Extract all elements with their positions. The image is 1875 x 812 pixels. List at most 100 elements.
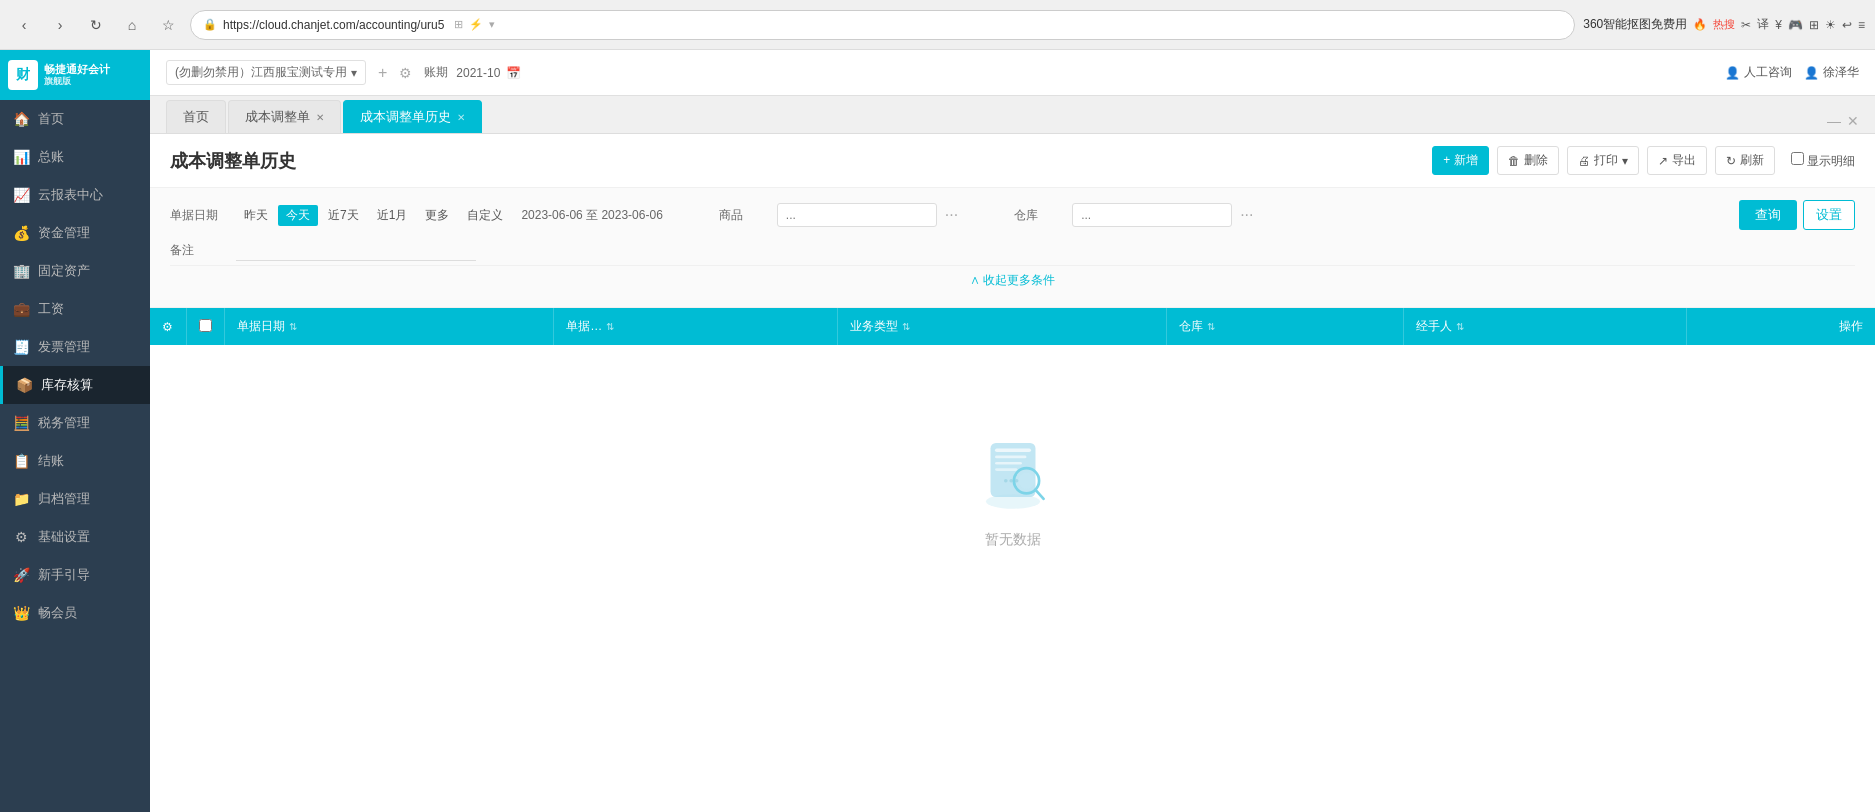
th-settings[interactable]: ⚙ [150,308,186,345]
refresh-btn[interactable]: ↻ 刷新 [1715,146,1775,175]
sidebar-item-archive[interactable]: 📁 归档管理 [0,480,150,518]
back-button[interactable]: ‹ [10,11,38,39]
window-minimize-btn[interactable]: — [1827,113,1841,129]
search-label: 360智能抠图免费用 [1583,16,1687,33]
browser-tools: 360智能抠图免费用 🔥 热搜 ✂ 译 ¥ 🎮 ⊞ ☀ ↩ ≡ [1583,16,1865,33]
sidebar: 财 畅捷通好会计 旗舰版 🏠 首页 📊 总账 📈 云报表中心 💰 资金管理 🏢 … [0,50,150,812]
home-icon: 🏠 [12,111,30,127]
remarks-input[interactable] [236,240,476,261]
sidebar-item-settings[interactable]: ⚙ 基础设置 [0,518,150,556]
sidebar-item-tax[interactable]: 🧮 税务管理 [0,404,150,442]
th-date-label: 单据日期 [237,318,285,335]
sidebar-item-ledger[interactable]: 📊 总账 [0,138,150,176]
sidebar-item-ledger-label: 总账 [38,148,64,166]
sidebar-item-closing-label: 结账 [38,452,64,470]
tab-home-label: 首页 [183,108,209,126]
service-label: 人工咨询 [1744,64,1792,81]
home-button[interactable]: ⌂ [118,11,146,39]
window-close-btn[interactable]: ✕ [1847,113,1859,129]
sidebar-item-payroll-label: 工资 [38,300,64,318]
delete-icon: 🗑 [1508,154,1520,168]
filter-row-remarks: 备注 [170,240,1855,261]
date-tab-today[interactable]: 今天 [278,205,318,226]
svg-line-8 [1035,490,1043,499]
date-tab-7days[interactable]: 近7天 [320,205,367,226]
date-tab-yesterday[interactable]: 昨天 [236,205,276,226]
th-business-type[interactable]: 业务类型 ⇅ [837,308,1167,345]
tab-cost-adjust-history-label: 成本调整单历史 [360,108,451,126]
scissors-icon: ✂ [1741,18,1751,32]
tab-cost-adjust-history[interactable]: 成本调整单历史 ✕ [343,100,482,133]
sort-warehouse-icon: ⇅ [1207,321,1215,332]
forward-button[interactable]: › [46,11,74,39]
query-btn[interactable]: 查询 [1739,200,1797,230]
date-tab-custom[interactable]: 自定义 [459,205,511,226]
add-btn[interactable]: + 新增 [1432,146,1488,175]
warehouse-label: 仓库 [1014,207,1064,224]
period-value: 2021-10 [456,66,500,80]
calendar-icon[interactable]: 📅 [506,66,521,80]
goods-input[interactable] [777,203,937,227]
funds-icon: 💰 [12,225,30,241]
warehouse-input[interactable] [1072,203,1232,227]
page-content: 成本调整单历史 + 新增 🗑 删除 🖨 打印 ▾ ↗ 导出 [150,134,1875,812]
grid-icon: ⊞ [1809,18,1819,32]
user-name: 徐泽华 [1823,64,1859,81]
invoice-icon: 🧾 [12,339,30,355]
goods-label: 商品 [719,207,769,224]
assets-icon: 🏢 [12,263,30,279]
bookmark-button[interactable]: ☆ [154,11,182,39]
hot-label: 热搜 [1713,17,1735,32]
th-number[interactable]: 单据… ⇅ [554,308,837,345]
sidebar-item-invoice[interactable]: 🧾 发票管理 [0,328,150,366]
user-service-btn[interactable]: 👤 人工咨询 [1725,64,1792,81]
th-handler[interactable]: 经手人 ⇅ [1404,308,1687,345]
sidebar-item-home[interactable]: 🏠 首页 [0,100,150,138]
date-tabs: 昨天 今天 近7天 近1月 更多 自定义 2023-06-06 至 2023-0… [236,205,663,226]
tab-cost-adjust-history-close[interactable]: ✕ [457,112,465,123]
refresh-button[interactable]: ↻ [82,11,110,39]
company-settings-icon[interactable]: ⚙ [399,65,412,81]
th-date[interactable]: 单据日期 ⇅ [224,308,554,345]
menu-icon: ≡ [1858,18,1865,32]
sidebar-item-funds[interactable]: 💰 资金管理 [0,214,150,252]
sort-business-icon: ⇅ [902,321,910,332]
company-selector[interactable]: (勿删勿禁用）江西服宝测试专用 ▾ [166,60,366,85]
data-table: ⚙ 单据日期 ⇅ [150,308,1875,345]
delete-label: 删除 [1524,152,1548,169]
print-icon: 🖨 [1578,154,1590,168]
date-tab-1month[interactable]: 近1月 [369,205,416,226]
sidebar-item-guide[interactable]: 🚀 新手引导 [0,556,150,594]
settings-query-btn[interactable]: 设置 [1803,200,1855,230]
print-btn[interactable]: 🖨 打印 ▾ [1567,146,1639,175]
show-columns-text: 显示明细 [1807,154,1855,168]
add-company-btn[interactable]: + [378,64,387,82]
main-content: (勿删勿禁用）江西服宝测试专用 ▾ + ⚙ 账期 2021-10 📅 👤 人工咨… [150,50,1875,812]
url-bar[interactable]: 🔒 https://cloud.chanjet.com/accounting/u… [190,10,1575,40]
select-all-checkbox[interactable] [199,319,212,332]
delete-btn[interactable]: 🗑 删除 [1497,146,1559,175]
export-btn[interactable]: ↗ 导出 [1647,146,1707,175]
sidebar-item-closing[interactable]: 📋 结账 [0,442,150,480]
goods-more-btn[interactable]: ··· [945,206,958,224]
tab-cost-adjust[interactable]: 成本调整单 ✕ [228,100,341,133]
date-tab-more[interactable]: 更多 [417,205,457,226]
collapse-bar[interactable]: ∧ 收起更多条件 [170,265,1855,295]
goods-filter: 商品 ··· [719,203,958,227]
th-warehouse[interactable]: 仓库 ⇅ [1167,308,1404,345]
show-columns-checkbox[interactable] [1791,152,1804,165]
app-container: 财 畅捷通好会计 旗舰版 🏠 首页 📊 总账 📈 云报表中心 💰 资金管理 🏢 … [0,50,1875,812]
sidebar-item-reports[interactable]: 📈 云报表中心 [0,176,150,214]
sidebar-item-payroll[interactable]: 💼 工资 [0,290,150,328]
period-info: 账期 2021-10 📅 [424,64,521,81]
sidebar-item-home-label: 首页 [38,110,64,128]
browser-bar: ‹ › ↻ ⌂ ☆ 🔒 https://cloud.chanjet.com/ac… [0,0,1875,50]
tab-cost-adjust-close[interactable]: ✕ [316,112,324,123]
warehouse-more-btn[interactable]: ··· [1240,206,1253,224]
sidebar-item-member[interactable]: 👑 畅会员 [0,594,150,632]
user-profile-btn[interactable]: 👤 徐泽华 [1804,64,1859,81]
th-checkbox[interactable] [186,308,224,345]
sidebar-item-inventory[interactable]: 📦 库存核算 [0,366,150,404]
sidebar-item-assets[interactable]: 🏢 固定资产 [0,252,150,290]
tab-home[interactable]: 首页 [166,100,226,133]
